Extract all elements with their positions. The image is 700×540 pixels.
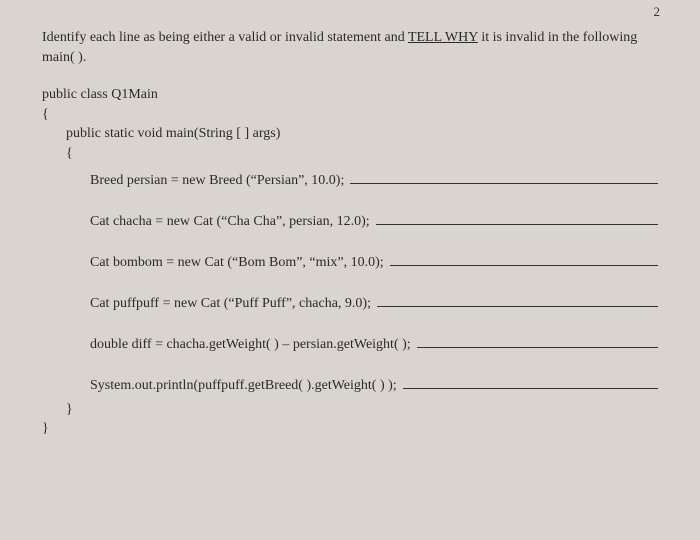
statement-row: double diff = chacha.getWeight( ) – pers…	[90, 334, 658, 353]
statement-text: Cat puffpuff = new Cat (“Puff Puff”, cha…	[90, 296, 371, 312]
statement-text: Cat chacha = new Cat (“Cha Cha”, persian…	[90, 214, 370, 230]
statement-row: Cat chacha = new Cat (“Cha Cha”, persian…	[90, 211, 658, 230]
answer-blank[interactable]	[376, 211, 658, 225]
answer-blank[interactable]	[417, 334, 658, 348]
answer-blank[interactable]	[377, 293, 658, 307]
method-close-brace: }	[66, 400, 658, 420]
class-close-brace: }	[42, 419, 658, 439]
statement-text: System.out.println(puffpuff.getBreed( ).…	[90, 378, 397, 394]
page-number: 2	[654, 4, 661, 20]
statement-row: System.out.println(puffpuff.getBreed( ).…	[90, 375, 658, 394]
instruction-prefix: Identify each line as being either a val…	[42, 30, 408, 45]
statement-row: Cat bombom = new Cat (“Bom Bom”, “mix”, …	[90, 252, 658, 271]
statement-text: Cat bombom = new Cat (“Bom Bom”, “mix”, …	[90, 255, 384, 271]
class-declaration: public class Q1Main	[42, 85, 658, 105]
statement-text: double diff = chacha.getWeight( ) – pers…	[90, 337, 411, 353]
class-open-brace: {	[42, 105, 658, 125]
method-declaration: public static void main(String [ ] args)	[66, 124, 658, 144]
statement-row: Cat puffpuff = new Cat (“Puff Puff”, cha…	[90, 293, 658, 312]
method-open-brace: {	[66, 144, 658, 164]
answer-blank[interactable]	[390, 252, 658, 266]
statement-row: Breed persian = new Breed (“Persian”, 10…	[90, 170, 658, 189]
instruction-text: Identify each line as being either a val…	[42, 28, 658, 67]
answer-blank[interactable]	[403, 375, 658, 389]
answer-blank[interactable]	[350, 170, 658, 184]
statement-text: Breed persian = new Breed (“Persian”, 10…	[90, 173, 344, 189]
instruction-emphasis: TELL WHY	[408, 30, 478, 45]
